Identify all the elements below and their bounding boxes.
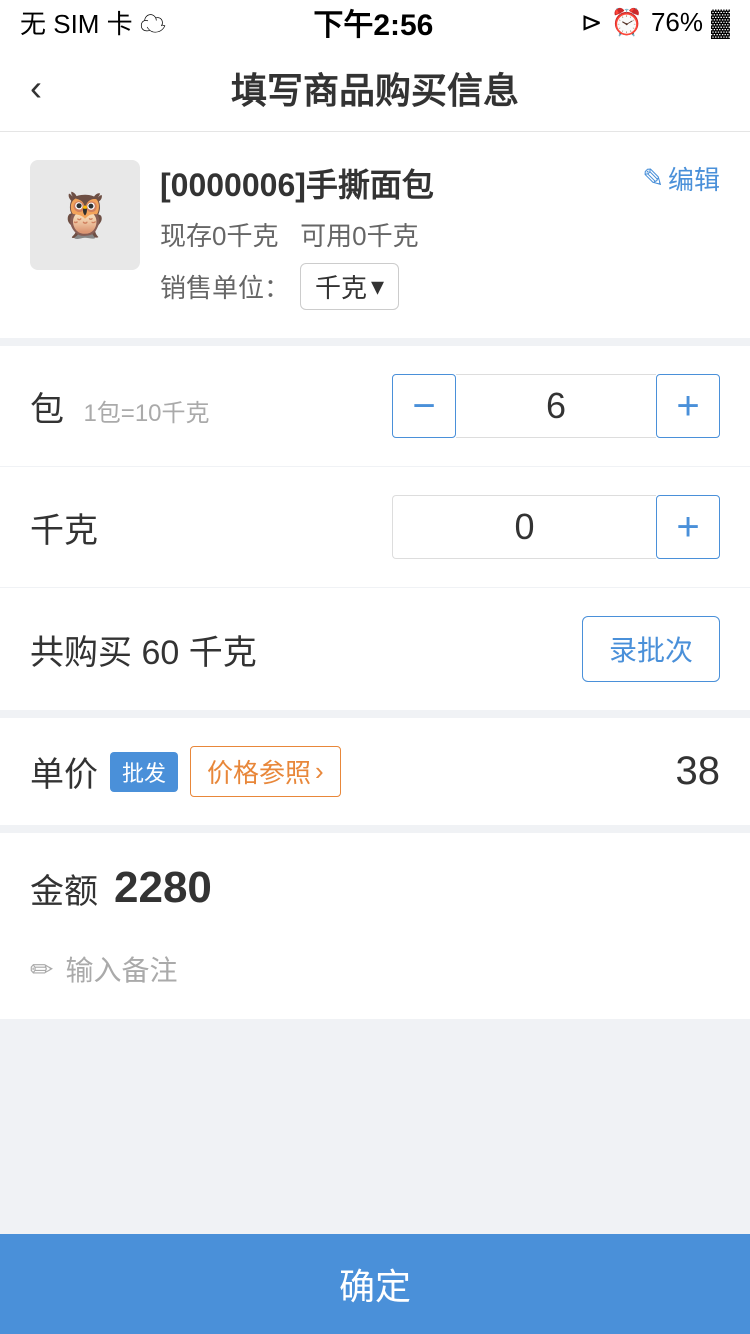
bao-quantity-row: 包 1包=10千克 − + — [0, 346, 750, 467]
remark-placeholder: 输入备注 — [65, 949, 177, 989]
unit-select[interactable]: 千克 ▾ — [300, 263, 399, 310]
total-text: 共购买 60 千克 — [30, 625, 257, 674]
alarm-icon: ⏰ — [611, 7, 643, 38]
price-value: 38 — [676, 749, 721, 794]
back-button[interactable]: ‹ — [20, 57, 52, 119]
bao-hint: 1包=10千克 — [83, 400, 209, 427]
page-title: 填写商品购买信息 — [231, 62, 519, 114]
total-value: 60 — [141, 634, 188, 672]
remark-icon: ✏ — [30, 953, 53, 986]
amount-value: 2280 — [114, 863, 212, 913]
kg-controls: + — [392, 495, 720, 559]
kg-label: 千克 — [30, 503, 392, 552]
status-left: 无 SIM 卡 ☁ — [20, 4, 166, 41]
edit-button[interactable]: ✎ 编辑 — [642, 160, 720, 197]
unit-label: 销售单位： — [160, 268, 290, 305]
confirm-bar[interactable]: 确定 — [0, 1234, 750, 1334]
product-info: [0000006]手撕面包 现存0千克 可用0千克 销售单位： 千克 ▾ — [160, 160, 622, 310]
bao-label: 包 1包=10千克 — [30, 382, 392, 431]
edit-icon: ✎ — [642, 163, 664, 194]
kg-input[interactable] — [392, 495, 656, 559]
product-unit-row: 销售单位： 千克 ▾ — [160, 263, 622, 310]
total-row: 共购买 60 千克 录批次 — [0, 588, 750, 718]
confirm-text: 确定 — [339, 1258, 411, 1310]
amount-section: 金额 2280 ✏ 输入备注 — [0, 833, 750, 1019]
product-card: 🦉 [0000006]手撕面包 现存0千克 可用0千克 销售单位： 千克 ▾ ✎… — [0, 132, 750, 346]
batch-button[interactable]: 录批次 — [582, 616, 720, 682]
price-row: 单价 批发 价格参照 › 38 — [30, 746, 720, 797]
amount-label: 金额 — [30, 864, 98, 913]
nav-bar: ‹ 填写商品购买信息 — [0, 44, 750, 132]
bao-controls: − + — [392, 374, 720, 438]
product-stock: 现存0千克 可用0千克 — [160, 216, 622, 253]
bao-input[interactable] — [456, 374, 656, 438]
bao-plus-button[interactable]: + — [656, 374, 720, 438]
price-section: 单价 批发 价格参照 › 38 — [0, 718, 750, 833]
status-time: 下午2:56 — [313, 0, 433, 44]
status-bar: 无 SIM 卡 ☁ 下午2:56 ⊳ ⏰ 76% ▓ — [0, 0, 750, 44]
status-right: ⊳ ⏰ 76% ▓ — [581, 7, 730, 38]
price-ref-arrow-icon: › — [315, 756, 324, 787]
remark-row[interactable]: ✏ 输入备注 — [30, 933, 720, 1019]
product-image: 🦉 — [30, 160, 140, 270]
bao-minus-button[interactable]: − — [392, 374, 456, 438]
price-tag-batch: 批发 — [110, 752, 178, 792]
amount-row: 金额 2280 — [30, 863, 720, 913]
kg-plus-button[interactable]: + — [656, 495, 720, 559]
product-logo: 🦉 — [58, 189, 113, 241]
price-ref-button[interactable]: 价格参照 › — [190, 746, 341, 797]
kg-quantity-row: 千克 + — [0, 467, 750, 588]
sim-label: 无 SIM 卡 ☁ — [20, 4, 166, 41]
price-label: 单价 — [30, 747, 98, 796]
location-icon: ⊳ — [581, 7, 603, 38]
unit-arrow-icon: ▾ — [371, 271, 384, 302]
product-name: [0000006]手撕面包 — [160, 160, 622, 206]
battery-icon: ▓ — [711, 7, 730, 38]
price-label-group: 单价 批发 价格参照 › — [30, 746, 341, 797]
battery-label: 76% — [651, 7, 703, 38]
quantity-section: 包 1包=10千克 − + 千克 + — [0, 346, 750, 588]
